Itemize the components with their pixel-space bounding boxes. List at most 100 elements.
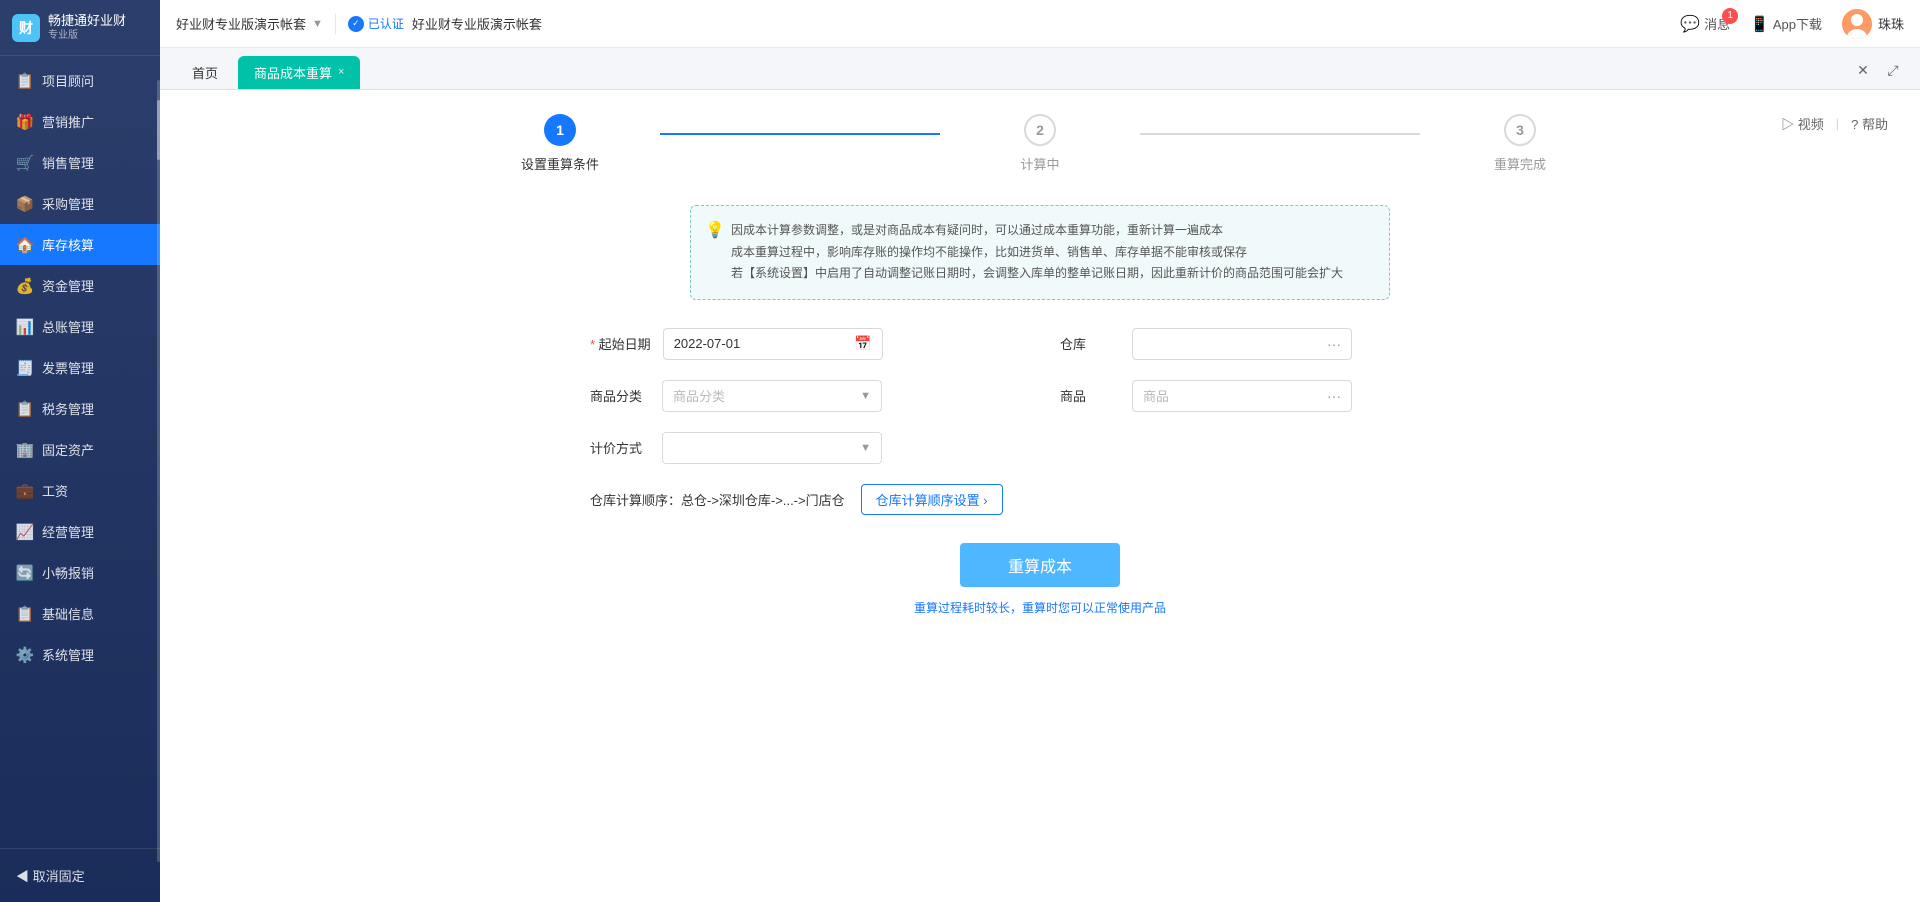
message-badge: 1 <box>1722 8 1738 24</box>
tab-home-label: 首页 <box>192 63 218 82</box>
verified-text: 已认证 <box>368 15 404 32</box>
start-date-label: 起始日期 <box>590 334 651 353</box>
account-arrow-icon: ▼ <box>312 18 323 30</box>
account-name: 好业财专业版演示帐套 <box>176 14 306 33</box>
accounting-icon: 📊 <box>16 318 34 336</box>
price-method-select[interactable]: ▼ <box>662 432 882 464</box>
goods-more-icon: ··· <box>1327 388 1341 404</box>
goods-label: 商品 <box>1060 386 1120 405</box>
goods-field: 商品 商品 ··· <box>1060 380 1490 412</box>
system-icon: ⚙️ <box>16 646 34 664</box>
step-1-circle: 1 <box>544 114 576 146</box>
verified-badge-icon: ✓ <box>348 16 364 32</box>
basic-icon: 📋 <box>16 605 34 623</box>
sidebar-item-salary[interactable]: 💼 工资 <box>0 470 160 511</box>
content-area: 1 设置重算条件 2 计算中 3 重算完成 ▷ 视 <box>160 90 1920 902</box>
warehouse-more-icon: ··· <box>1327 336 1341 352</box>
avatar <box>1842 9 1872 39</box>
recalc-hint: 重算过程耗时较长，重算时您可以正常使用产品 <box>914 599 1166 616</box>
company-name: 好业财专业版演示帐套 <box>412 14 542 33</box>
step-2-circle: 2 <box>1024 114 1056 146</box>
sidebar-item-invoice[interactable]: 🧾 发票管理 <box>0 347 160 388</box>
topbar: 好业财专业版演示帐套 ▼ ✓ 已认证 好业财专业版演示帐套 💬 消息 1 📱 A… <box>160 0 1920 48</box>
sidebar-unpin-btn[interactable]: ◀ 取消固定 <box>0 857 160 894</box>
info-line-1: 因成本计算参数调整，或是对商品成本有疑问时，可以通过成本重算功能，重新计算一遍成… <box>731 220 1373 242</box>
sidebar-item-tax[interactable]: 📋 税务管理 <box>0 388 160 429</box>
start-date-input[interactable]: 2022-07-01 📅 <box>663 328 883 360</box>
price-method-label: 计价方式 <box>590 438 650 457</box>
sidebar-item-system[interactable]: ⚙️ 系统管理 <box>0 634 160 675</box>
step-3-circle: 3 <box>1504 114 1536 146</box>
user-name: 珠珠 <box>1878 14 1904 33</box>
marketing-icon: 🎁 <box>16 113 34 131</box>
category-placeholder: 商品分类 <box>673 386 725 405</box>
sidebar-item-purchase[interactable]: 📦 采购管理 <box>0 183 160 224</box>
sidebar-item-inventory[interactable]: 🏠 库存核算 <box>0 224 160 265</box>
tab-expand-btn[interactable]: ⤢ <box>1882 60 1904 82</box>
step-3: 3 重算完成 <box>1420 114 1620 173</box>
scroll-indicator <box>157 80 160 862</box>
sidebar-logo: 财 畅捷通好业财 专业版 <box>0 0 160 56</box>
sidebar-item-accounting[interactable]: 📊 总账管理 <box>0 306 160 347</box>
start-date-field: 起始日期 2022-07-01 📅 <box>590 328 1020 360</box>
warehouse-order-row: 仓库计算顺序：总仓->深圳仓库->...->门店仓 仓库计算顺序设置 › <box>590 484 1490 515</box>
sales-icon: 🛒 <box>16 154 34 172</box>
help-link[interactable]: ? 帮助 <box>1851 114 1888 133</box>
scroll-thumb <box>157 100 160 160</box>
operation-icon: 📈 <box>16 523 34 541</box>
sidebar-item-basic[interactable]: 📋 基础信息 <box>0 593 160 634</box>
question-icon: ? <box>1851 117 1858 132</box>
sidebar-item-label: 资金管理 <box>42 276 94 295</box>
step-3-label: 重算完成 <box>1494 154 1546 173</box>
sidebar-item-project[interactable]: 📋 项目顾问 <box>0 60 160 101</box>
info-line-2: 成本重算过程中，影响库存账的操作均不能操作，比如进货单、销售单、库存单据不能审核… <box>731 242 1373 264</box>
tab-home[interactable]: 首页 <box>176 56 234 89</box>
form-section: 起始日期 2022-07-01 📅 仓库 ··· 商品分 <box>590 328 1490 616</box>
sidebar-item-label: 基础信息 <box>42 604 94 623</box>
info-box: 💡 因成本计算参数调整，或是对商品成本有疑问时，可以通过成本重算功能，重新计算一… <box>690 205 1390 300</box>
recalc-btn[interactable]: 重算成本 <box>960 543 1120 587</box>
sidebar-item-operation[interactable]: 📈 经营管理 <box>0 511 160 552</box>
warehouse-field: 仓库 ··· <box>1060 328 1490 360</box>
account-selector[interactable]: 好业财专业版演示帐套 ▼ <box>176 14 323 33</box>
video-link[interactable]: ▷ 视频 <box>1781 114 1824 133</box>
warehouse-order-btn[interactable]: 仓库计算顺序设置 › <box>861 484 1003 515</box>
tab-close-btn[interactable]: ✕ <box>1852 60 1874 82</box>
form-row-2: 商品分类 商品分类 ▼ 商品 商品 ··· <box>590 380 1490 412</box>
finance-icon: 💰 <box>16 277 34 295</box>
step-2: 2 计算中 <box>940 114 1140 173</box>
play-icon: ▷ <box>1781 117 1794 132</box>
sidebar-item-marketing[interactable]: 🎁 营销推广 <box>0 101 160 142</box>
sidebar-nav: 📋 项目顾问 🎁 营销推广 🛒 销售管理 📦 采购管理 🏠 库存核算 💰 资金管… <box>0 56 160 848</box>
goods-input[interactable]: 商品 ··· <box>1132 380 1352 412</box>
sidebar-item-sales[interactable]: 🛒 销售管理 <box>0 142 160 183</box>
tab-cost-recalc-label: 商品成本重算 <box>254 63 332 82</box>
message-btn[interactable]: 💬 消息 1 <box>1680 14 1730 34</box>
app-download-btn[interactable]: 📱 App下载 <box>1750 14 1822 33</box>
category-select[interactable]: 商品分类 ▼ <box>662 380 882 412</box>
user-profile[interactable]: 珠珠 <box>1842 9 1904 39</box>
form-row-3: 计价方式 ▼ <box>590 432 1490 464</box>
sidebar-item-label: 营销推广 <box>42 112 94 131</box>
app-download-label: App下载 <box>1773 14 1822 33</box>
form-row-1: 起始日期 2022-07-01 📅 仓库 ··· <box>590 328 1490 360</box>
category-field: 商品分类 商品分类 ▼ <box>590 380 1020 412</box>
warehouse-order-label: 仓库计算顺序：总仓->深圳仓库->...->门店仓 <box>590 490 845 509</box>
tab-cost-recalc[interactable]: 商品成本重算 × <box>238 56 360 89</box>
step-2-label: 计算中 <box>1020 154 1059 173</box>
step-1: 1 设置重算条件 <box>460 114 660 173</box>
tab-close-icon[interactable]: × <box>338 67 344 78</box>
sidebar-bottom: ◀ 取消固定 <box>0 848 160 902</box>
sidebar: 财 畅捷通好业财 专业版 📋 项目顾问 🎁 营销推广 🛒 销售管理 📦 采购管理… <box>0 0 160 902</box>
warehouse-label: 仓库 <box>1060 334 1120 353</box>
inventory-icon: 🏠 <box>16 236 34 254</box>
sidebar-item-assets[interactable]: 🏢 固定资产 <box>0 429 160 470</box>
message-icon: 💬 <box>1680 14 1700 34</box>
step-line-2 <box>1140 133 1420 135</box>
start-date-value: 2022-07-01 <box>674 336 855 351</box>
sidebar-item-label: 项目顾问 <box>42 71 94 90</box>
verified-status: ✓ 已认证 <box>348 15 404 32</box>
sidebar-item-finance[interactable]: 💰 资金管理 <box>0 265 160 306</box>
warehouse-input[interactable]: ··· <box>1132 328 1352 360</box>
sidebar-item-expense[interactable]: 🔄 小畅报销 <box>0 552 160 593</box>
